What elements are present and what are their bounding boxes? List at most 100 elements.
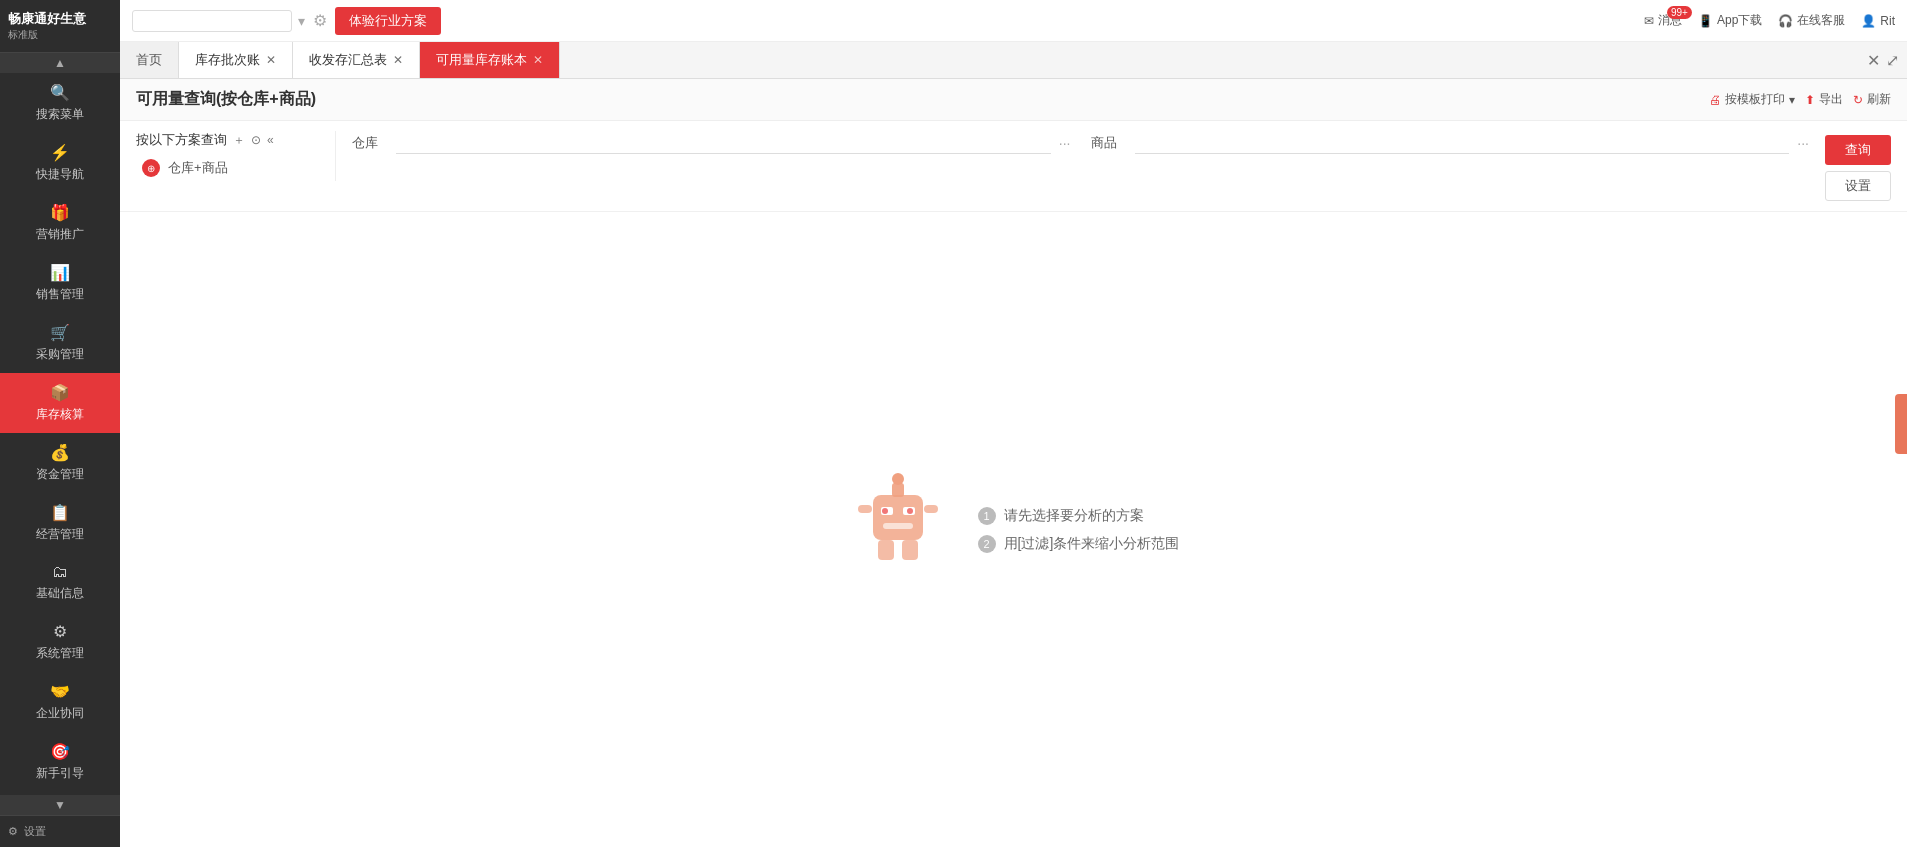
- settings-scheme-icon[interactable]: ⊙: [251, 133, 261, 147]
- empty-hints: 1 请先选择要分析的方案 2 用[过滤]条件来缩小分析范围: [978, 507, 1180, 553]
- tab-close-2[interactable]: ✕: [393, 53, 403, 67]
- sidebar-label-11: 新手引导: [36, 765, 84, 782]
- topbar-gear-icon[interactable]: ⚙: [313, 11, 327, 30]
- goods-more-icon[interactable]: ···: [1797, 135, 1809, 151]
- sidebar-item-系统管理[interactable]: ⚙ 系统管理: [0, 612, 120, 672]
- tab-收发存汇总表[interactable]: 收发存汇总表✕: [293, 42, 420, 78]
- main-area: ▾ ⚙ 体验行业方案 ✉ 消息 99+ 📱 App下载 🎧 在线客服 👤 Rit: [120, 0, 1907, 847]
- hint-num-1: 1: [978, 507, 996, 525]
- sidebar-item-企业协同[interactable]: 🤝 企业协同: [0, 672, 120, 732]
- svg-rect-3: [883, 523, 913, 529]
- message-btn[interactable]: ✉ 消息 99+: [1644, 12, 1682, 29]
- warehouse-label: 仓库: [352, 134, 388, 152]
- app-download-btn[interactable]: 📱 App下载: [1698, 12, 1762, 29]
- sidebar-item-搜索菜单[interactable]: 🔍 搜索菜单: [0, 73, 120, 133]
- refresh-label: 刷新: [1867, 91, 1891, 108]
- print-chevron-icon: ▾: [1789, 93, 1795, 107]
- sidebar-label-8: 基础信息: [36, 585, 84, 602]
- refresh-icon: ↻: [1853, 93, 1863, 107]
- scheme-item-warehouse-goods[interactable]: ⊕ 仓库+商品: [136, 155, 319, 181]
- sidebar-label-9: 系统管理: [36, 645, 84, 662]
- goods-input[interactable]: [1135, 131, 1790, 154]
- message-icon: ✉: [1644, 14, 1654, 28]
- collapse-scheme-icon[interactable]: «: [267, 133, 274, 147]
- message-badge: 99+: [1667, 6, 1692, 19]
- tab-label-0: 首页: [136, 51, 162, 69]
- sidebar-icon-11: 🎯: [50, 742, 70, 761]
- hint-text-2: 用[过滤]条件来缩小分析范围: [1004, 535, 1180, 553]
- industry-btn[interactable]: 体验行业方案: [335, 7, 441, 35]
- app-download-label: App下载: [1717, 12, 1762, 29]
- online-service-btn[interactable]: 🎧 在线客服: [1778, 12, 1845, 29]
- sidebar-icon-2: 🎁: [50, 203, 70, 222]
- sidebar-icon-0: 🔍: [50, 83, 70, 102]
- filter-scheme-header: 按以下方案查询 ＋ ⊙ «: [136, 131, 319, 149]
- hint-text-1: 请先选择要分析的方案: [1004, 507, 1144, 525]
- user-btn[interactable]: 👤 Rit: [1861, 14, 1895, 28]
- side-scroll-indicator[interactable]: [1895, 394, 1907, 454]
- sidebar-scroll-up[interactable]: ▲: [0, 53, 120, 73]
- sidebar-bottom[interactable]: ⚙ 设置: [0, 815, 120, 847]
- tab-close-1[interactable]: ✕: [266, 53, 276, 67]
- filter-area: 按以下方案查询 ＋ ⊙ « ⊕ 仓库+商品 仓库 ··· 商品: [120, 121, 1907, 212]
- search-chevron-icon[interactable]: ▾: [298, 13, 305, 29]
- svg-point-10: [882, 508, 888, 514]
- warehouse-more-icon[interactable]: ···: [1059, 135, 1071, 151]
- sidebar-item-经营管理[interactable]: 📋 经营管理: [0, 493, 120, 553]
- filter-fields: 仓库 ··· 商品 ···: [352, 131, 1809, 154]
- svg-rect-7: [924, 505, 938, 513]
- sidebar-scroll-down[interactable]: ▼: [0, 795, 120, 815]
- search-input[interactable]: [132, 10, 292, 32]
- add-scheme-icon[interactable]: ＋: [233, 132, 245, 149]
- tab-首页[interactable]: 首页: [120, 42, 179, 78]
- filter-actions: 查询 设置: [1825, 131, 1891, 201]
- print-action[interactable]: 🖨 按模板打印 ▾: [1709, 91, 1795, 108]
- sidebar-icon-5: 📦: [50, 383, 70, 402]
- tab-close-all-btn[interactable]: ✕: [1867, 51, 1880, 70]
- filter-field-goods: 商品 ···: [1091, 131, 1810, 154]
- tab-label-3: 可用量库存账本: [436, 51, 527, 69]
- tab-库存批次账[interactable]: 库存批次账✕: [179, 42, 293, 78]
- tab-可用量库存账本[interactable]: 可用量库存账本 ✕: [420, 42, 560, 78]
- sidebar-item-新手引导[interactable]: 🎯 新手引导: [0, 732, 120, 792]
- refresh-action[interactable]: ↻ 刷新: [1853, 91, 1891, 108]
- sidebar-nav: 🔍 搜索菜单 ⚡ 快捷导航 🎁 营销推广 📊 销售管理 🛒 采购管理 📦 库存核…: [0, 73, 120, 795]
- sidebar-item-基础信息[interactable]: 🗂 基础信息: [0, 553, 120, 612]
- warehouse-input[interactable]: [396, 131, 1051, 154]
- empty-robot-illustration: [848, 465, 948, 594]
- sidebar-logo: 畅康通好生意 标准版: [0, 0, 120, 53]
- print-icon: 🖨: [1709, 93, 1721, 107]
- app-edition: 标准版: [8, 28, 38, 42]
- hint-num-2: 2: [978, 535, 996, 553]
- sidebar: 畅康通好生意 标准版 ▲ 🔍 搜索菜单 ⚡ 快捷导航 🎁 营销推广 📊 销售管理…: [0, 0, 120, 847]
- settings-icon: ⚙: [8, 825, 18, 838]
- sidebar-item-库存核算[interactable]: 📦 库存核算: [0, 373, 120, 433]
- sidebar-item-快捷导航[interactable]: ⚡ 快捷导航: [0, 133, 120, 193]
- sidebar-item-资金管理[interactable]: 💰 资金管理: [0, 433, 120, 493]
- export-action[interactable]: ⬆ 导出: [1805, 91, 1843, 108]
- query-button[interactable]: 查询: [1825, 135, 1891, 165]
- sidebar-item-采购管理[interactable]: 🛒 采购管理: [0, 313, 120, 373]
- sidebar-label-2: 营销推广: [36, 226, 84, 243]
- svg-rect-8: [878, 540, 894, 560]
- goods-label: 商品: [1091, 134, 1127, 152]
- svg-point-11: [907, 508, 913, 514]
- phone-icon: 📱: [1698, 14, 1713, 28]
- sidebar-icon-10: 🤝: [50, 682, 70, 701]
- tab-close-3[interactable]: ✕: [533, 53, 543, 67]
- search-area: ▾: [132, 10, 305, 32]
- user-avatar: 👤: [1861, 14, 1876, 28]
- settings-button[interactable]: 设置: [1825, 171, 1891, 201]
- sidebar-icon-9: ⚙: [53, 622, 67, 641]
- sidebar-item-营销推广[interactable]: 🎁 营销推广: [0, 193, 120, 253]
- svg-point-5: [892, 473, 904, 485]
- sidebar-label-0: 搜索菜单: [36, 106, 84, 123]
- tab-maximize-btn[interactable]: ⤢: [1886, 51, 1899, 70]
- sidebar-label-3: 销售管理: [36, 286, 84, 303]
- print-label: 按模板打印: [1725, 91, 1785, 108]
- empty-hint-2: 2 用[过滤]条件来缩小分析范围: [978, 535, 1180, 553]
- export-icon: ⬆: [1805, 93, 1815, 107]
- sidebar-item-销售管理[interactable]: 📊 销售管理: [0, 253, 120, 313]
- empty-hint-1: 1 请先选择要分析的方案: [978, 507, 1180, 525]
- svg-rect-0: [873, 495, 923, 540]
